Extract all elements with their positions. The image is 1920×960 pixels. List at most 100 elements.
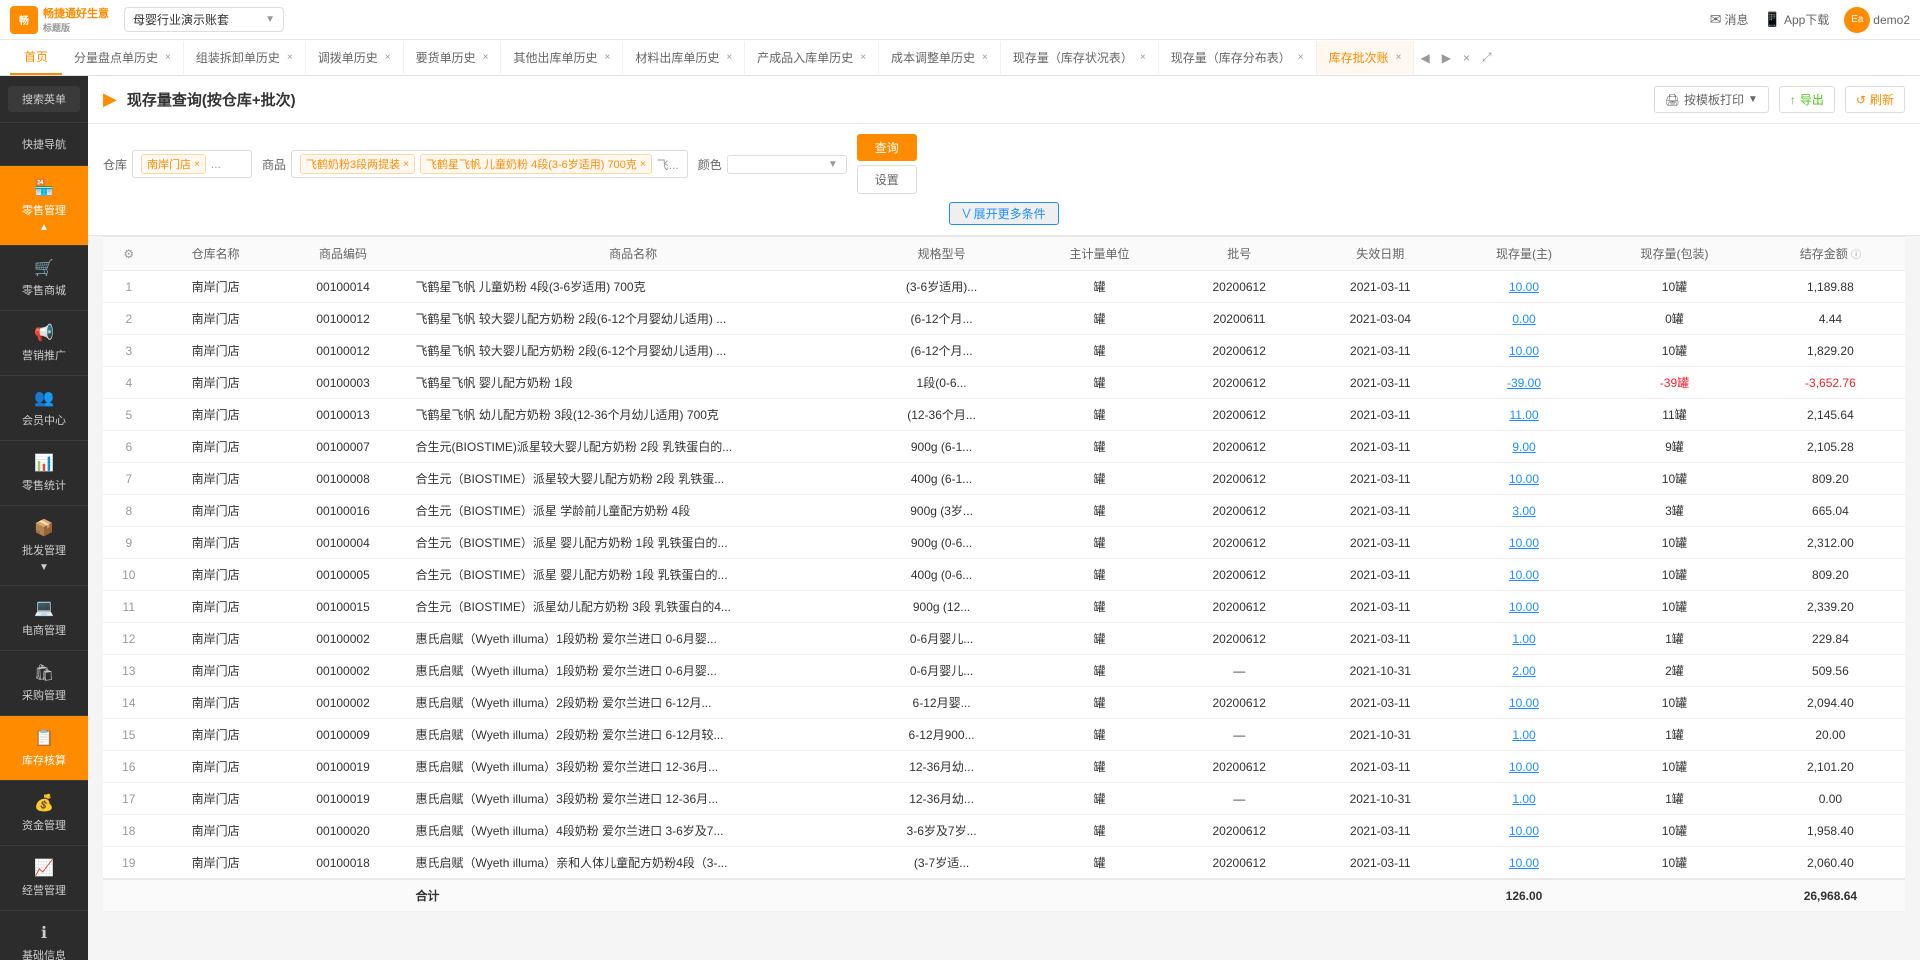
tab-close-8[interactable]: × (982, 52, 988, 63)
cell-stock-main[interactable]: 1.00 (1455, 623, 1593, 655)
tab-fen-liang[interactable]: 分量盘点单历史 × (62, 41, 184, 74)
app-download-btn[interactable]: 📱 App下载 (1764, 11, 1830, 28)
message-btn[interactable]: ✉ 消息 (1710, 11, 1749, 28)
cell-stock-main[interactable]: 10.00 (1455, 847, 1593, 880)
sidebar-item-inventory[interactable]: 📋 库存核算 (0, 716, 88, 781)
tab-close-6[interactable]: × (726, 52, 732, 63)
tab-close-5[interactable]: × (604, 52, 610, 63)
sidebar-item-marketing[interactable]: 📢 营销推广 (0, 311, 88, 376)
tab-cailiao[interactable]: 材料出库单历史 × (623, 41, 745, 74)
sidebar-item-finance[interactable]: 💰 资金管理 (0, 781, 88, 846)
cell-index: 11 (103, 591, 155, 623)
tab-close-4[interactable]: × (483, 52, 489, 63)
cell-unit: 罐 (1026, 367, 1172, 399)
cell-unit: 罐 (1026, 463, 1172, 495)
tab-close-9[interactable]: × (1140, 52, 1146, 63)
cell-stock-main[interactable]: 9.00 (1455, 431, 1593, 463)
cell-stock-main[interactable]: -39.00 (1455, 367, 1593, 399)
tab-close-11[interactable]: × (1396, 52, 1402, 63)
tab-close-all[interactable]: × (1457, 47, 1476, 69)
cell-name: 合生元（BIOSTIME）派星幼儿配方奶粉 3段 乳铁蛋白的4... (410, 591, 857, 623)
tab-diaob[interactable]: 调拨单历史 × (306, 41, 404, 74)
tab-home[interactable]: 首页 (10, 40, 62, 75)
cell-index: 14 (103, 687, 155, 719)
sidebar-item-purchase[interactable]: 🛍 采购管理 (0, 651, 88, 716)
tab-xiancun1[interactable]: 现存量（库存状况表） × (1001, 41, 1159, 74)
expand-sidebar-btn[interactable]: ▶ (103, 89, 117, 110)
cell-amount: 809.20 (1756, 463, 1905, 495)
cell-spec: 6-12月婴... (857, 687, 1026, 719)
settings-col-icon[interactable]: ⚙ (123, 247, 134, 261)
cell-batch: 20200612 (1173, 751, 1306, 783)
cell-spec: (12-36个月... (857, 399, 1026, 431)
cell-stock-main[interactable]: 10.00 (1455, 559, 1593, 591)
sidebar-item-operations[interactable]: 📈 经营管理 (0, 846, 88, 911)
filter-area: 仓库 南岸门店 × ... 商品 飞鹤奶粉3段两提装 × (88, 124, 1920, 236)
cell-stock-main[interactable]: 10.00 (1455, 751, 1593, 783)
tab-fullscreen[interactable]: ⤢ (1476, 46, 1498, 69)
cell-stock-main[interactable]: 10.00 (1455, 527, 1593, 559)
tab-close-7[interactable]: × (860, 52, 866, 63)
tab-zuhe[interactable]: 组装拆卸单历史 × (184, 41, 306, 74)
expand-more-btn[interactable]: ⋁ 展开更多条件 (949, 202, 1058, 225)
ecommerce-icon: 💻 (34, 598, 54, 618)
sidebar-label-basic-info: 基础信息 (22, 947, 66, 960)
tab-prev-btn[interactable]: ◀ (1414, 47, 1435, 69)
cell-code: 00100009 (277, 719, 410, 751)
cell-stock-main[interactable]: 1.00 (1455, 783, 1593, 815)
cell-expire: 2021-10-31 (1306, 655, 1455, 687)
sidebar-label-marketing: 营销推广 (22, 347, 66, 363)
sidebar-item-retail-mgmt[interactable]: 🏪 零售管理 ▲ (0, 166, 88, 246)
cell-stock-main[interactable]: 1.00 (1455, 719, 1593, 751)
warehouse-tag-box[interactable]: 南岸门店 × ... (132, 150, 252, 178)
quick-nav-btn[interactable]: 快捷导航 (8, 131, 80, 157)
cell-expire: 2021-03-11 (1306, 815, 1455, 847)
cell-stock-main[interactable]: 10.00 (1455, 591, 1593, 623)
cell-stock-main[interactable]: 10.00 (1455, 687, 1593, 719)
amount-info-icon[interactable]: ⓘ (1851, 250, 1861, 261)
sidebar-item-ecommerce[interactable]: 💻 电商管理 (0, 586, 88, 651)
warehouse-tag-close[interactable]: × (194, 159, 200, 170)
cell-name: 惠氏启赋（Wyeth illuma）4段奶粉 爱尔兰进口 3-6岁及7... (410, 815, 857, 847)
tab-close-2[interactable]: × (287, 52, 293, 63)
wholesale-icon: 📦 (34, 518, 54, 538)
sidebar-item-wholesale[interactable]: 📦 批发管理 ▼ (0, 506, 88, 586)
search-single-btn[interactable]: 搜索英单 (8, 86, 80, 112)
cell-stock-main[interactable]: 10.00 (1455, 815, 1593, 847)
cell-stock-main[interactable]: 11.00 (1455, 399, 1593, 431)
tab-yaohuo[interactable]: 要货单历史 × (404, 41, 502, 74)
refresh-btn[interactable]: ↺ 刷新 (1845, 86, 1905, 113)
tab-close-3[interactable]: × (385, 52, 391, 63)
product-tag-close-2[interactable]: × (640, 159, 646, 170)
top-bar: 畅 畅捷通好生意 标题版 母婴行业演示账套 ▼ ✉ 消息 📱 App下载 Ea … (0, 0, 1920, 40)
settings-btn[interactable]: 设置 (857, 165, 917, 194)
template-print-btn[interactable]: 🖨 按模板打印 ▼ (1654, 86, 1769, 113)
product-tag-box[interactable]: 飞鹤奶粉3段两提装 × 飞鹤星飞帆 儿童奶粉 4段(3-6岁适用) 700克 ×… (291, 150, 688, 178)
sidebar-item-basic-info[interactable]: ℹ 基础信息 (0, 911, 88, 960)
query-btn[interactable]: 查询 (857, 134, 917, 161)
tab-qita[interactable]: 其他出库单历史 × (501, 41, 623, 74)
sidebar-item-retail-stats[interactable]: 📊 零售统计 (0, 441, 88, 506)
company-dropdown[interactable]: 母婴行业演示账套 ▼ (124, 7, 284, 32)
tab-pici[interactable]: 库存批次账 × (1317, 41, 1415, 74)
cell-stock-main[interactable]: 10.00 (1455, 463, 1593, 495)
cell-stock-main[interactable]: 0.00 (1455, 303, 1593, 335)
cell-stock-main[interactable]: 3.00 (1455, 495, 1593, 527)
tab-close-1[interactable]: × (165, 52, 171, 63)
tab-next-btn[interactable]: ▶ (1436, 47, 1457, 69)
cell-stock-main[interactable]: 2.00 (1455, 655, 1593, 687)
color-select[interactable]: ▼ (727, 155, 847, 174)
cell-stock-main[interactable]: 10.00 (1455, 335, 1593, 367)
tab-close-10[interactable]: × (1298, 52, 1304, 63)
export-btn[interactable]: ↑ 导出 (1779, 86, 1835, 113)
sidebar-item-members[interactable]: 👥 会员中心 (0, 376, 88, 441)
cell-index: 3 (103, 335, 155, 367)
tab-chengpin[interactable]: 产成品入库单历史 × (745, 41, 879, 74)
cell-warehouse: 南岸门店 (155, 335, 277, 367)
tab-xiancun2[interactable]: 现存量（库存分布表） × (1159, 41, 1317, 74)
user-menu[interactable]: Ea demo2 (1844, 7, 1910, 33)
product-tag-close-1[interactable]: × (403, 159, 409, 170)
tab-chengben[interactable]: 成本调整单历史 × (879, 41, 1001, 74)
cell-stock-main[interactable]: 10.00 (1455, 271, 1593, 303)
sidebar-item-retail-mall[interactable]: 🛒 零售商城 (0, 246, 88, 311)
